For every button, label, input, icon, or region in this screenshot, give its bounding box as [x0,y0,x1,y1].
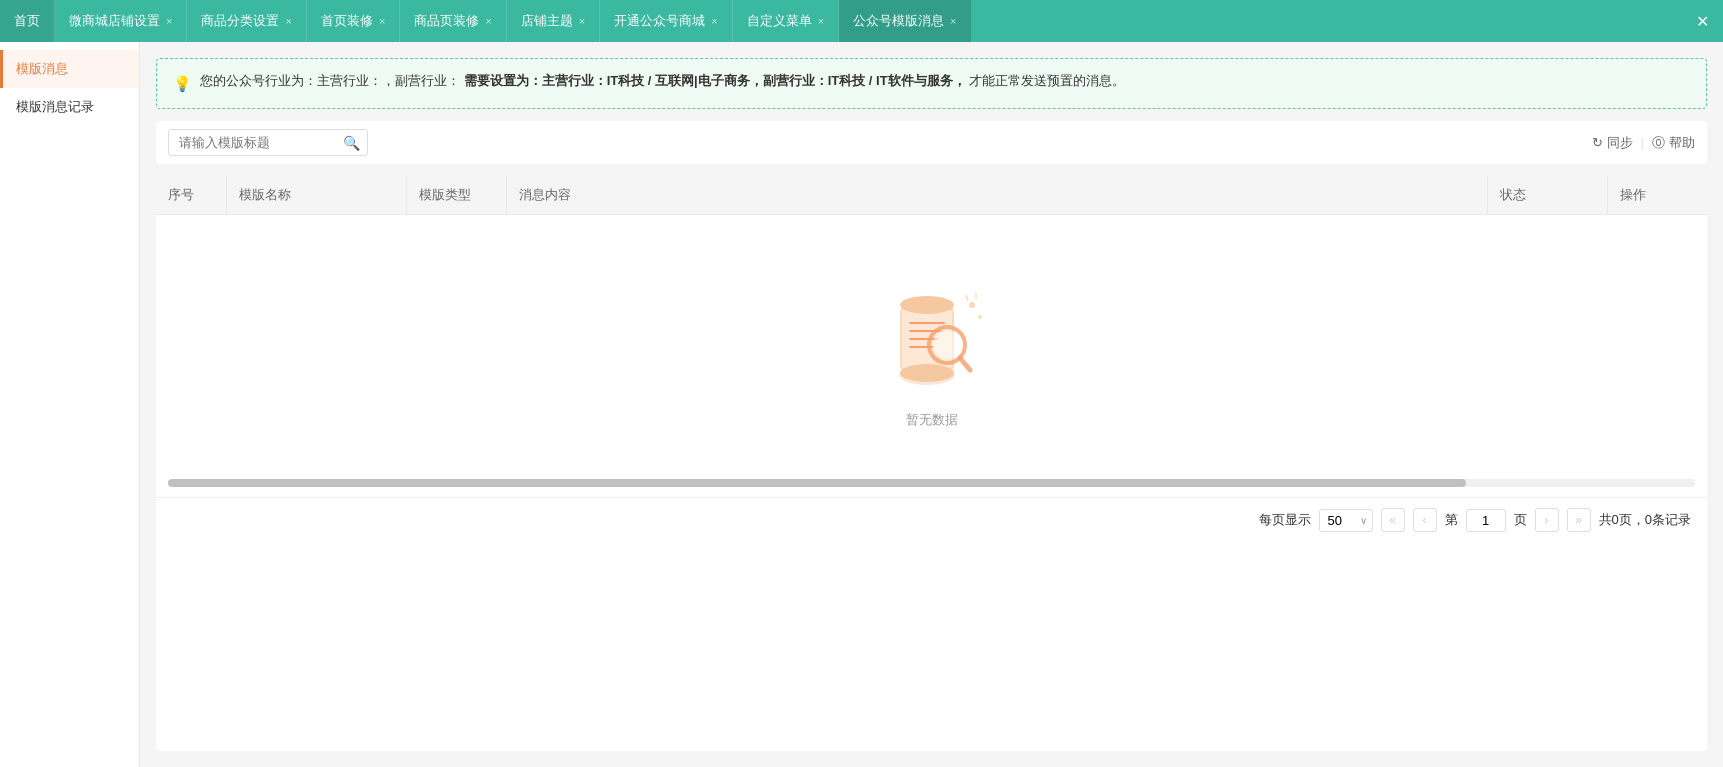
sidebar-item-template-msg-label: 模版消息 [16,61,68,76]
nav-category-settings[interactable]: 商品分类设置 × [187,0,306,42]
data-table: 序号 模版名称 模版类型 消息内容 状态 [156,176,1707,469]
prev-page-button[interactable]: ‹ [1413,508,1437,532]
main-content: 💡 您的公众号行业为：主营行业：，副营行业： 需要设置为：主营行业：IT科技 /… [140,42,1723,767]
col-type: 模版类型 [406,176,506,215]
nav-shop-theme-close[interactable]: × [579,15,585,27]
col-action: 操作 [1607,176,1707,215]
nav-category-settings-close[interactable]: × [285,15,291,27]
empty-illustration [872,275,992,395]
table-header-row: 序号 模版名称 模版类型 消息内容 状态 [156,176,1707,215]
nav-custom-menu[interactable]: 自定义菜单 × [733,0,839,42]
svg-point-3 [900,296,954,314]
notice-suffix: 才能正常发送预置的消息。 [969,73,1125,88]
nav-open-mall-close[interactable]: × [711,15,717,27]
notice-prefix: 您的公众号行业为：主营行业：，副营行业： [200,73,460,88]
global-close-icon: ✕ [1696,12,1709,31]
nav-open-mall-label: 开通公众号商城 [614,12,705,30]
svg-point-10 [933,331,961,359]
nav-home-decor-close[interactable]: × [379,15,385,27]
nav-product-decor-label: 商品页装修 [414,12,479,30]
col-name: 模版名称 [226,176,406,215]
nav-product-decor-close[interactable]: × [485,15,491,27]
sync-label: 同步 [1607,134,1633,152]
empty-text: 暂无数据 [906,411,958,429]
top-navigation: 首页 微商城店铺设置 × 商品分类设置 × 首页装修 × 商品页装修 × 店铺主… [0,0,1723,42]
toolbar-right: ↻ 同步 | ⓪ 帮助 [1592,134,1695,152]
page-size-select-wrap: 10 20 50 100 [1319,509,1373,532]
svg-line-14 [966,295,968,301]
nav-shop-theme-label: 店铺主题 [521,12,573,30]
page-size-label: 每页显示 [1259,511,1311,529]
nav-shop-settings[interactable]: 微商城店铺设置 × [55,0,187,42]
toolbar-left: 🔍 [168,129,368,156]
nav-home[interactable]: 首页 [0,0,55,42]
nav-shop-settings-close[interactable]: × [166,15,172,27]
svg-point-13 [978,315,982,319]
page-unit: 页 [1514,511,1527,529]
page-size-select[interactable]: 10 20 50 100 [1319,509,1373,532]
main-layout: 模版消息 模版消息记录 💡 您的公众号行业为：主营行业：，副营行业： 需要设置为… [0,42,1723,767]
search-wrap: 🔍 [168,129,368,156]
horizontal-scrollbar[interactable] [156,469,1707,497]
help-icon: ⓪ [1652,134,1665,152]
sidebar: 模版消息 模版消息记录 [0,42,140,767]
notice-highlight: 需要设置为：主营行业：IT科技 / 互联网|电子商务，副营行业：IT科技 / I… [464,73,966,88]
help-label: 帮助 [1669,134,1695,152]
pagination-bar: 每页显示 10 20 50 100 « ‹ 第 页 › » 共0页，0条记录 [156,497,1707,542]
nav-home-label: 首页 [14,12,40,30]
help-button[interactable]: ⓪ 帮助 [1652,134,1695,152]
sync-button[interactable]: ↻ 同步 [1592,134,1633,152]
nav-category-settings-label: 商品分类设置 [201,12,279,30]
search-icon[interactable]: 🔍 [343,135,360,151]
nav-home-decor-label: 首页装修 [321,12,373,30]
nav-shop-settings-label: 微商城店铺设置 [69,12,160,30]
search-input[interactable] [168,129,368,156]
nav-custom-menu-close[interactable]: × [818,15,824,27]
sidebar-item-template-msg-record[interactable]: 模版消息记录 [0,88,139,126]
first-page-button[interactable]: « [1381,508,1405,532]
next-page-button[interactable]: › [1535,508,1559,532]
bulb-icon: 💡 [173,72,192,96]
nav-template-msg[interactable]: 公众号模版消息 × [839,0,971,42]
svg-point-4 [900,364,954,382]
nav-product-decor[interactable]: 商品页装修 × [400,0,506,42]
nav-custom-menu-label: 自定义菜单 [747,12,812,30]
page-number-input[interactable] [1466,509,1506,532]
page-label: 第 [1445,511,1458,529]
nav-template-msg-label: 公众号模版消息 [853,12,944,30]
col-status: 状态 [1487,176,1607,215]
toolbar: 🔍 ↻ 同步 | ⓪ 帮助 [156,121,1707,164]
nav-template-msg-close[interactable]: × [950,15,956,27]
svg-line-11 [960,358,970,370]
sidebar-item-template-msg-record-label: 模版消息记录 [16,99,94,114]
last-page-button[interactable]: » [1567,508,1591,532]
global-close-button[interactable]: ✕ [1681,0,1723,42]
nav-shop-theme[interactable]: 店铺主题 × [507,0,600,42]
divider: | [1641,135,1644,150]
sidebar-item-template-msg[interactable]: 模版消息 [0,50,139,88]
nav-home-decor[interactable]: 首页装修 × [307,0,400,42]
notice-box: 💡 您的公众号行业为：主营行业：，副营行业： 需要设置为：主营行业：IT科技 /… [156,58,1707,109]
col-seq: 序号 [156,176,226,215]
col-content: 消息内容 [506,176,1487,215]
sync-icon: ↻ [1592,135,1603,150]
data-table-container: 序号 模版名称 模版类型 消息内容 状态 [156,176,1707,751]
svg-point-12 [969,302,975,308]
notice-text: 您的公众号行业为：主营行业：，副营行业： 需要设置为：主营行业：IT科技 / 互… [200,71,1125,92]
total-info: 共0页，0条记录 [1599,511,1691,529]
empty-state: 暂无数据 [156,215,1707,469]
nav-open-mall[interactable]: 开通公众号商城 × [600,0,732,42]
